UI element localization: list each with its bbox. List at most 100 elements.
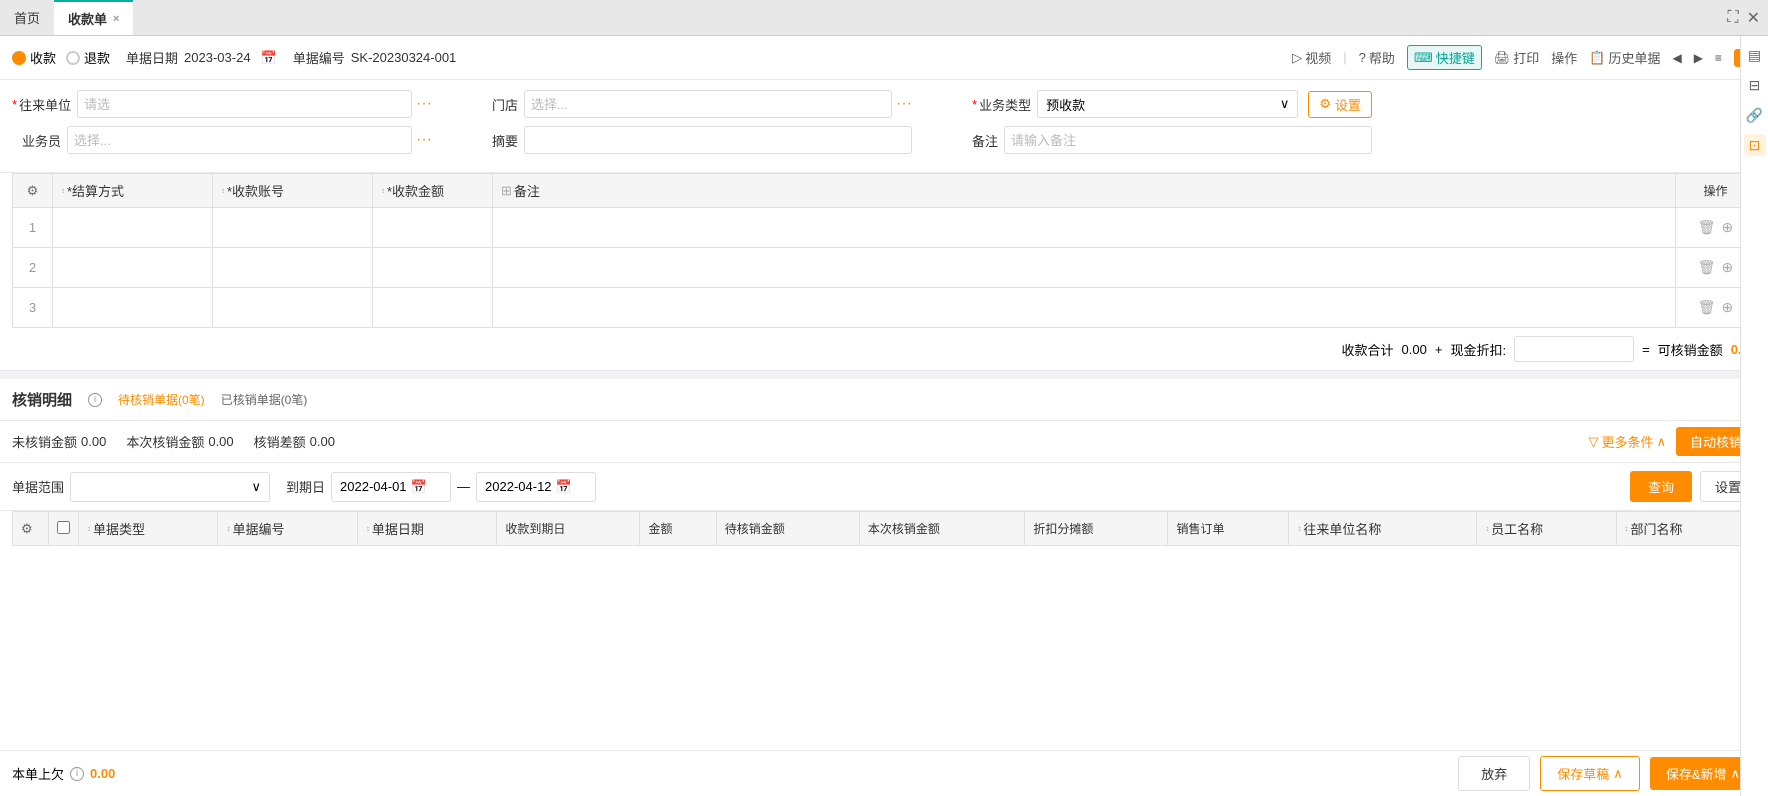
date-range-separator: — — [457, 479, 470, 494]
help-icon: ? — [1359, 50, 1366, 65]
diff-label: 核销差额 — [254, 432, 306, 451]
help-btn[interactable]: ? 帮助 — [1359, 48, 1395, 67]
sidebar-table-icon[interactable]: ▤ — [1744, 44, 1766, 66]
refund-radio[interactable]: 退款 — [66, 48, 110, 67]
plus-label: + — [1435, 342, 1443, 357]
history-icon: 📋 — [1589, 50, 1605, 66]
row-2-remark[interactable] — [493, 248, 1676, 288]
help-label: 帮助 — [1369, 48, 1395, 67]
store-input[interactable] — [524, 90, 892, 118]
settings-button[interactable]: ⚙ 设置 — [1308, 91, 1372, 118]
receipt-radio[interactable]: 收款 — [12, 48, 56, 67]
info-icon-footer[interactable]: i — [70, 767, 84, 781]
print-icon: 🖨 — [1494, 50, 1511, 66]
summary-row: 收款合计 0.00 + 现金折扣: = 可核销金额 0.00 — [0, 328, 1768, 371]
calendar-icon[interactable]: 📅 — [261, 50, 277, 66]
main-area: 收款 退款 单据日期 2023-03-24 📅 单据编号 SK-20230324… — [0, 36, 1768, 796]
prev-btn[interactable]: ◀ — [1672, 51, 1681, 65]
row-2-settle[interactable] — [53, 248, 213, 288]
sidebar-expand-icon[interactable]: ⊡ — [1744, 134, 1766, 156]
net-label: 可核销金额 — [1658, 340, 1723, 359]
print-btn[interactable]: 🖨 打印 — [1494, 48, 1540, 67]
more-filter-btn[interactable]: ▽ 更多条件 ∧ — [1588, 432, 1666, 451]
row-3-remark[interactable] — [493, 288, 1676, 328]
row-3-amount[interactable] — [373, 288, 493, 328]
row-3-delete-icon[interactable]: 🗑 — [1698, 299, 1716, 316]
toolbar: 收款 退款 单据日期 2023-03-24 📅 单据编号 SK-20230324… — [0, 36, 1768, 80]
due-start-input[interactable]: 2022-04-01 📅 — [331, 472, 451, 502]
bottom-gear-icon[interactable]: ⚙ — [21, 521, 33, 536]
receipt-radio-circle — [12, 51, 26, 65]
row-3-settle[interactable] — [53, 288, 213, 328]
staff-input[interactable] — [67, 126, 412, 154]
shortcut-label: 快捷键 — [1436, 48, 1475, 67]
row-2-action-icons: 🗑 ⊕ — [1684, 259, 1747, 276]
row-1-delete-icon[interactable]: 🗑 — [1698, 219, 1716, 236]
sidebar-doc-icon[interactable]: ⊟ — [1744, 74, 1766, 96]
tab-bar: 首页 收款单 × ⛶ ✕ — [0, 0, 1768, 36]
next-btn[interactable]: ▶ — [1694, 51, 1703, 65]
col-pending-amount: 待核销金额 — [716, 512, 859, 546]
tab-close-icon[interactable]: × — [113, 13, 119, 25]
staff-more-icon[interactable]: ··· — [416, 131, 432, 149]
summary-field: 摘要 — [492, 126, 912, 154]
shortcut-btn[interactable]: ⌨ 快捷键 — [1407, 45, 1482, 70]
operation-btn[interactable]: 操作 — [1551, 48, 1577, 67]
sidebar-link-icon[interactable]: 🔗 — [1744, 104, 1766, 126]
cal-end-icon: 📅 — [556, 479, 572, 495]
biz-type-select[interactable]: 预收款 ∨ — [1037, 90, 1298, 118]
staff-label: 业务员 — [22, 131, 61, 150]
pending-tab[interactable]: 待核销单据(0笔) — [118, 391, 205, 408]
row-2-amount[interactable] — [373, 248, 493, 288]
table-row: 3 🗑 ⊕ — [13, 288, 1756, 328]
row-1-copy-icon[interactable]: ⊕ — [1722, 219, 1734, 236]
abandon-button[interactable]: 放弃 — [1458, 756, 1530, 791]
row-2-index: 2 — [13, 248, 53, 288]
tab-receipt[interactable]: 收款单 × — [54, 0, 133, 35]
draft-button[interactable]: 保存草稿 ∧ — [1540, 756, 1640, 791]
range-chevron: ∨ — [252, 479, 262, 495]
diff-value: 0.00 — [310, 434, 335, 449]
tab-home[interactable]: 首页 — [0, 0, 54, 35]
writeoff-info-icon[interactable]: i — [88, 393, 102, 407]
layout-btn[interactable]: ≡ — [1715, 51, 1722, 65]
equals-label: = — [1642, 342, 1650, 357]
doc-no-label: 单据编号 — [293, 48, 345, 67]
counterpart-input[interactable] — [77, 90, 412, 118]
gear-icon: ⚙ — [1319, 96, 1331, 112]
row-3-copy-icon[interactable]: ⊕ — [1722, 299, 1734, 316]
range-select[interactable]: ∨ — [70, 472, 270, 502]
summary-input[interactable] — [524, 126, 912, 154]
row-1-account[interactable] — [213, 208, 373, 248]
row-1-amount[interactable] — [373, 208, 493, 248]
remark-label: 备注 — [972, 131, 998, 150]
range-label: 单据范围 — [12, 477, 64, 496]
print-label: 打印 — [1513, 48, 1539, 67]
discount-input[interactable] — [1514, 336, 1634, 362]
refund-radio-label: 退款 — [84, 48, 110, 67]
row-2-copy-icon[interactable]: ⊕ — [1722, 259, 1734, 276]
done-tab[interactable]: 已核销单据(0笔) — [221, 391, 308, 408]
remark-input[interactable] — [1004, 126, 1372, 154]
col-checkbox — [49, 512, 79, 546]
cal-start-icon: 📅 — [411, 479, 427, 495]
range-filter: 单据范围 ∨ — [12, 472, 270, 502]
row-3-account[interactable] — [213, 288, 373, 328]
row-2-delete-icon[interactable]: 🗑 — [1698, 259, 1716, 276]
row-2-account[interactable] — [213, 248, 373, 288]
window-close-icon[interactable]: ✕ — [1747, 8, 1760, 28]
receipt-table: ⚙ ↕ *结算方式 ↕ *收款账号 — [12, 173, 1756, 328]
select-all-checkbox[interactable] — [57, 521, 70, 534]
discount-label: 现金折扣: — [1450, 340, 1506, 359]
counterpart-more-icon[interactable]: ··· — [416, 95, 432, 113]
store-more-icon[interactable]: ··· — [896, 95, 912, 113]
row-1-settle[interactable] — [53, 208, 213, 248]
table-gear-icon[interactable]: ⚙ — [27, 183, 39, 198]
video-btn[interactable]: ▷ 视频 — [1292, 48, 1331, 67]
query-button[interactable]: 查询 — [1630, 471, 1692, 502]
expand-icon[interactable]: ⛶ — [1727, 9, 1738, 27]
history-btn[interactable]: 📋 历史单据 — [1589, 48, 1660, 67]
staff-field: 业务员 ··· — [12, 126, 432, 154]
due-end-input[interactable]: 2022-04-12 📅 — [476, 472, 596, 502]
row-1-remark[interactable] — [493, 208, 1676, 248]
